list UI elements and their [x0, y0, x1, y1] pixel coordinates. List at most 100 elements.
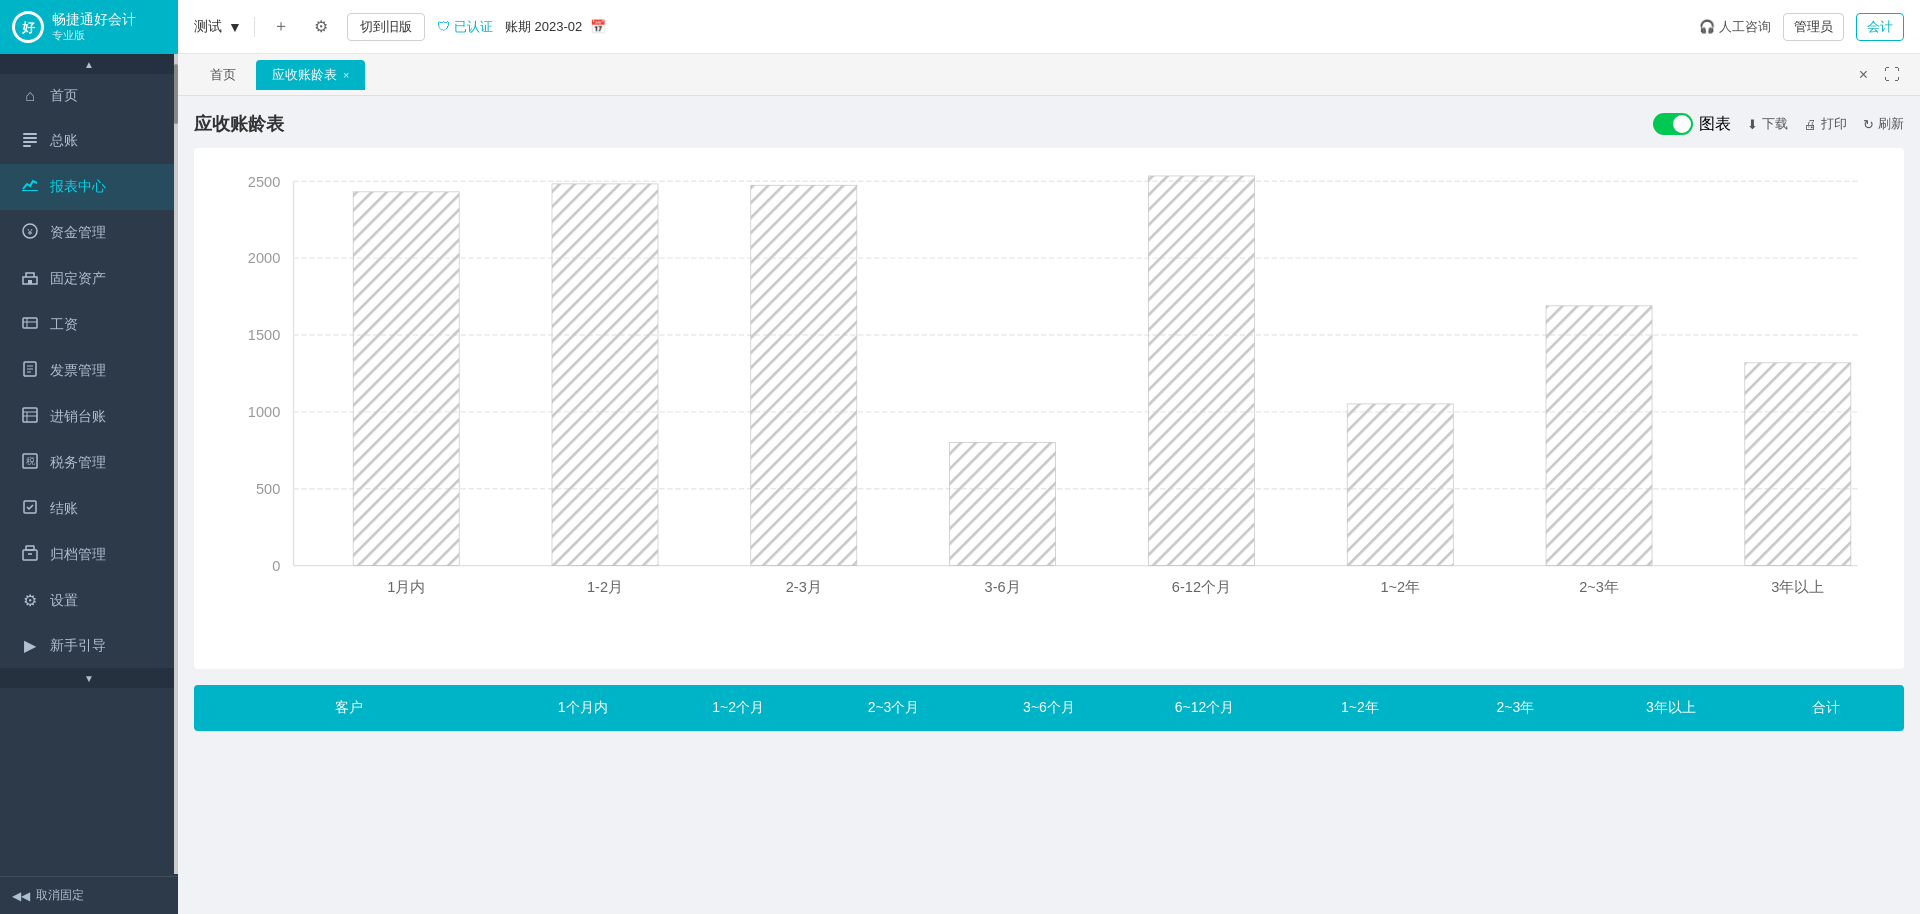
shield-icon: 🛡 [437, 19, 450, 34]
sidebar-item-assets[interactable]: 固定资产 [0, 256, 178, 302]
cancel-fixed-label: 取消固定 [36, 887, 84, 904]
svg-rect-25 [23, 550, 37, 560]
refresh-label: 刷新 [1878, 115, 1904, 133]
svg-rect-3 [23, 137, 37, 139]
consult-label: 人工咨询 [1719, 18, 1771, 36]
tab-receivable[interactable]: 应收账龄表 × [256, 60, 365, 90]
sidebar-item-funds[interactable]: ¥ 资金管理 [0, 210, 178, 256]
user-btn[interactable]: 管理员 [1783, 13, 1844, 41]
svg-rect-4 [23, 141, 37, 143]
tab-close-btn[interactable]: × [343, 69, 349, 81]
sidebar-item-close[interactable]: 结账 [0, 486, 178, 532]
tab-expand-btn[interactable]: ⛶ [1880, 62, 1904, 88]
svg-text:¥: ¥ [26, 227, 33, 237]
sidebar: 好 畅捷通好会计 专业版 ▲ ⌂ 首页 总账 报表中心 [0, 0, 178, 914]
svg-rect-49 [1148, 176, 1254, 566]
period-value: 2023-02 [534, 19, 582, 34]
svg-rect-5 [23, 145, 31, 147]
sidebar-item-guide[interactable]: ▶ 新手引导 [0, 623, 178, 668]
switch-version-btn[interactable]: 切到旧版 [347, 13, 425, 41]
nav-label-reports: 报表中心 [50, 178, 106, 196]
guide-icon: ▶ [20, 636, 40, 655]
trade-icon [20, 407, 40, 427]
download-icon: ⬇ [1747, 117, 1758, 132]
svg-text:1500: 1500 [248, 327, 280, 343]
svg-rect-2 [23, 133, 37, 135]
svg-rect-53 [1546, 306, 1652, 566]
sidebar-scrollbar[interactable] [174, 54, 178, 874]
page-actions: 图表 ⬇ 下载 🖨 打印 ↻ 刷新 [1653, 113, 1904, 135]
settings-icon: ⚙ [20, 591, 40, 610]
tab-home[interactable]: 首页 [194, 60, 252, 90]
table-header: 客户 1个月内 1~2个月 2~3个月 3~6个月 6~12个月 1~2年 2~… [194, 685, 1904, 731]
svg-text:2000: 2000 [248, 250, 280, 266]
download-btn[interactable]: ⬇ 下载 [1747, 115, 1788, 133]
sidebar-item-tax[interactable]: 税 税务管理 [0, 440, 178, 486]
cancel-fixed-btn[interactable]: ◀◀ 取消固定 [0, 876, 178, 914]
sidebar-item-home[interactable]: ⌂ 首页 [0, 74, 178, 118]
funds-icon: ¥ [20, 223, 40, 243]
chart-toggle-group: 图表 [1653, 113, 1731, 135]
settings-btn[interactable]: ⚙ [307, 13, 335, 41]
table-container: 客户 1个月内 1~2个月 2~3个月 3~6个月 6~12个月 1~2年 2~… [194, 685, 1904, 731]
th-6-12month: 6~12个月 [1127, 685, 1282, 731]
svg-text:1-2月: 1-2月 [587, 579, 623, 595]
svg-text:1000: 1000 [248, 404, 280, 420]
chart-toggle[interactable] [1653, 113, 1693, 135]
download-label: 下载 [1762, 115, 1788, 133]
page-header: 应收账龄表 图表 ⬇ 下载 🖨 打印 ↻ 刷新 [194, 112, 1904, 136]
refresh-icon: ↻ [1863, 117, 1874, 132]
sidebar-item-settings[interactable]: ⚙ 设置 [0, 578, 178, 623]
topbar-divider-1 [254, 17, 255, 37]
svg-text:好: 好 [21, 20, 36, 35]
tab-close-icon-btn[interactable]: × [1855, 62, 1872, 88]
page-title: 应收账龄表 [194, 112, 284, 136]
svg-rect-55 [1745, 363, 1851, 566]
bar-chart-svg: 0 500 1000 1500 2000 2500 1月内 1-2月 2-3月 … [214, 168, 1884, 645]
sidebar-item-reports[interactable]: 报表中心 [0, 164, 178, 210]
th-1month: 1个月内 [505, 685, 660, 731]
period-label: 账期 [505, 19, 531, 34]
svg-rect-45 [751, 185, 857, 565]
print-btn[interactable]: 🖨 打印 [1804, 115, 1847, 133]
sidebar-item-invoice[interactable]: 发票管理 [0, 348, 178, 394]
dropdown-icon: ▼ [228, 19, 242, 35]
consult-btn[interactable]: 🎧 人工咨询 [1699, 18, 1771, 36]
sidebar-item-ledger[interactable]: 总账 [0, 118, 178, 164]
scroll-up-btn[interactable]: ▲ [0, 54, 178, 74]
app-edition: 专业版 [52, 28, 136, 43]
accounting-btn[interactable]: 会计 [1856, 13, 1904, 41]
scroll-down-btn[interactable]: ▼ [0, 668, 178, 688]
app-name-block: 畅捷通好会计 专业版 [52, 11, 136, 43]
sidebar-logo: 好 畅捷通好会计 专业版 [0, 0, 178, 54]
sidebar-item-payroll[interactable]: 工资 [0, 302, 178, 348]
home-icon: ⌂ [20, 87, 40, 105]
project-name: 测试 [194, 18, 222, 36]
app-name: 畅捷通好会计 [52, 11, 136, 28]
nav-label-archive: 归档管理 [50, 546, 106, 564]
calendar-icon[interactable]: 📅 [590, 19, 606, 34]
sidebar-item-trade[interactable]: 进销台账 [0, 394, 178, 440]
tab-home-label: 首页 [210, 66, 236, 84]
topbar-right: 🎧 人工咨询 管理员 会计 [1699, 13, 1904, 41]
verified-text: 已认证 [454, 18, 493, 36]
svg-rect-11 [23, 318, 37, 328]
svg-text:2500: 2500 [248, 174, 280, 190]
th-3-6month: 3~6个月 [971, 685, 1126, 731]
svg-text:3年以上: 3年以上 [1771, 579, 1824, 595]
project-selector[interactable]: 测试 ▼ [194, 18, 242, 36]
app-logo-icon: 好 [12, 11, 44, 43]
verified-badge: 🛡 已认证 [437, 18, 493, 36]
add-btn[interactable]: ＋ [267, 13, 295, 41]
svg-text:3-6月: 3-6月 [985, 579, 1021, 595]
topbar: 测试 ▼ ＋ ⚙ 切到旧版 🛡 已认证 账期 2023-02 📅 🎧 人工咨询 … [178, 0, 1920, 54]
refresh-btn[interactable]: ↻ 刷新 [1863, 115, 1904, 133]
ledger-icon [20, 131, 40, 151]
svg-rect-51 [1347, 404, 1453, 566]
svg-rect-41 [353, 192, 459, 566]
sidebar-item-archive[interactable]: 归档管理 [0, 532, 178, 578]
th-1-2month: 1~2个月 [660, 685, 815, 731]
svg-rect-26 [26, 546, 34, 550]
headset-icon: 🎧 [1699, 19, 1715, 34]
svg-text:2~3年: 2~3年 [1579, 579, 1619, 595]
